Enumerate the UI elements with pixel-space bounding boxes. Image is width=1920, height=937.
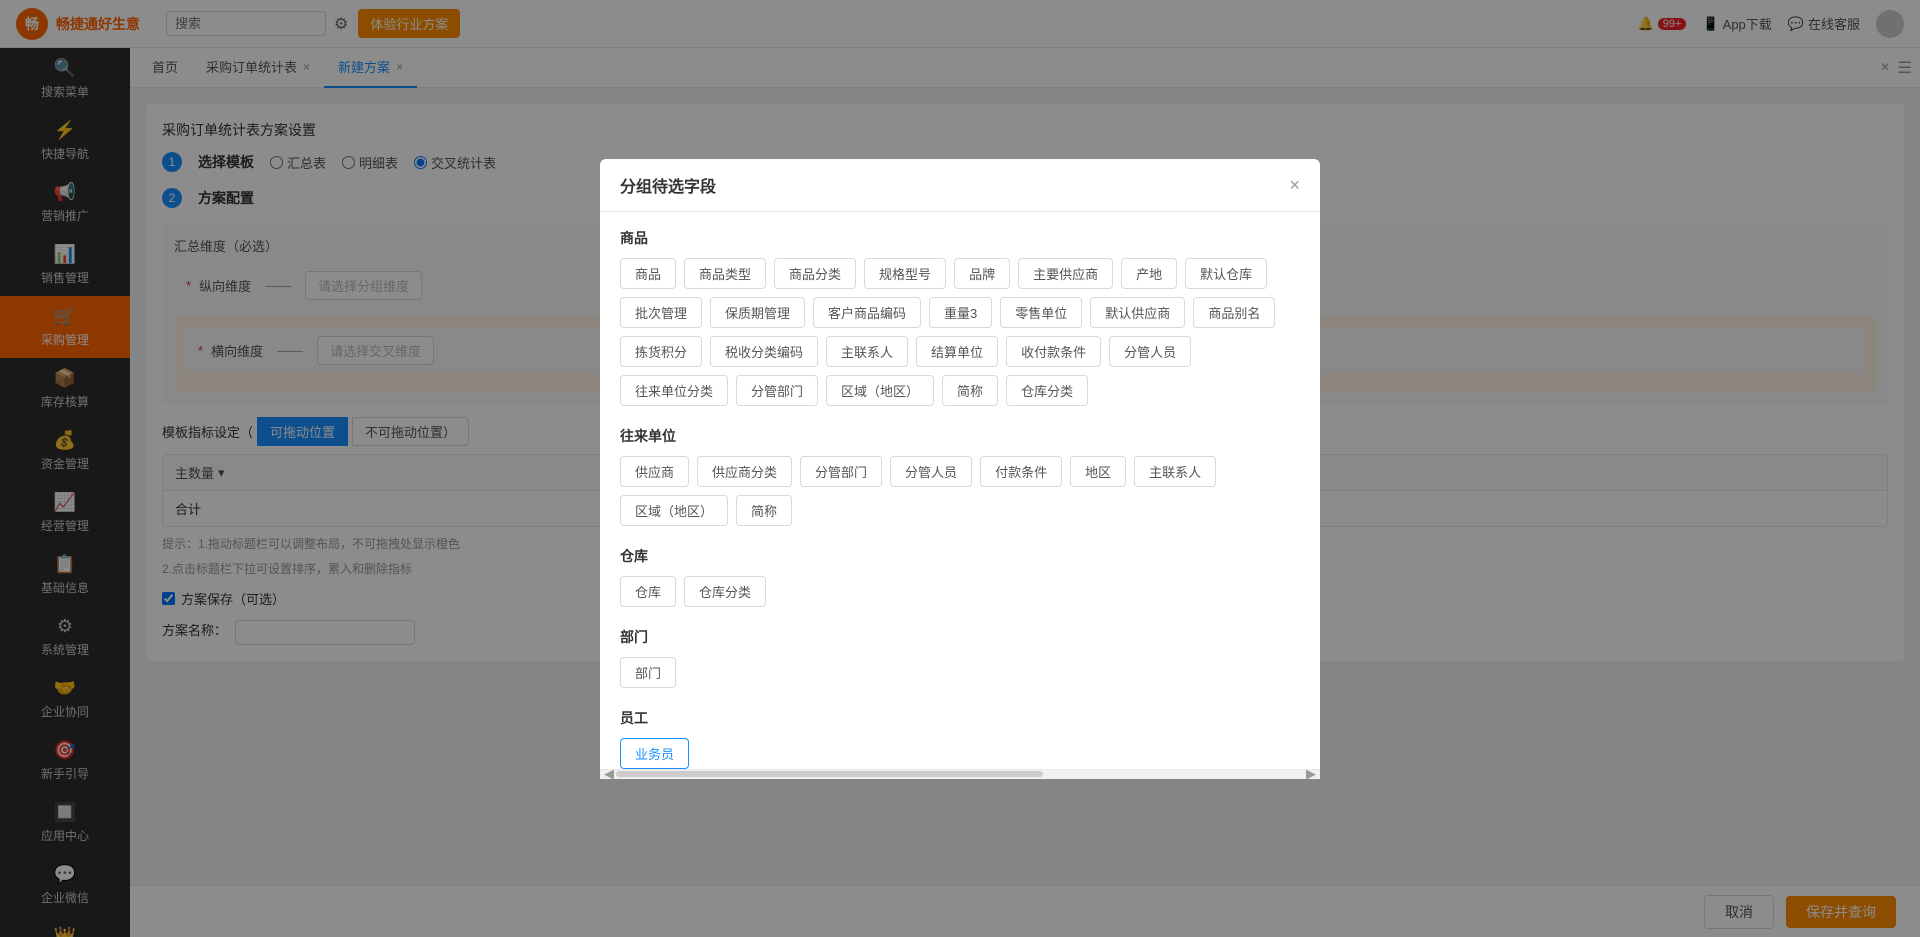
scroll-thumb[interactable] xyxy=(616,771,1043,777)
field-default-warehouse[interactable]: 默认仓库 xyxy=(1185,258,1267,289)
field-group-warehouse: 仓库 仓库 仓库分类 xyxy=(620,546,1300,607)
field-retail-unit[interactable]: 零售单位 xyxy=(1000,297,1082,328)
field-group-warehouse-title: 仓库 xyxy=(620,546,1300,566)
field-abbr2[interactable]: 简称 xyxy=(736,495,792,526)
field-wh-cat[interactable]: 仓库分类 xyxy=(684,576,766,607)
field-region[interactable]: 地区 xyxy=(1070,456,1126,487)
field-pickup-score[interactable]: 拣货积分 xyxy=(620,336,702,367)
field-group-product-title: 商品 xyxy=(620,228,1300,248)
modal-title: 分组待选字段 xyxy=(620,173,716,197)
field-origin[interactable]: 产地 xyxy=(1121,258,1177,289)
modal-header: 分组待选字段 × xyxy=(600,159,1320,212)
field-payment-cond[interactable]: 付款条件 xyxy=(980,456,1062,487)
field-main-contact[interactable]: 主联系人 xyxy=(826,336,908,367)
field-group-product: 商品 商品 商品类型 商品分类 规格型号 品牌 主要供应商 产地 默认仓库 批次… xyxy=(620,228,1300,406)
field-batch-mgmt[interactable]: 批次管理 xyxy=(620,297,702,328)
field-product-category[interactable]: 商品分类 xyxy=(774,258,856,289)
field-payment-terms[interactable]: 收付款条件 xyxy=(1006,336,1101,367)
field-abbr[interactable]: 简称 xyxy=(942,375,998,406)
field-source-unit-cat[interactable]: 往来单位分类 xyxy=(620,375,728,406)
field-dept-field[interactable]: 部门 xyxy=(620,657,676,688)
field-wh[interactable]: 仓库 xyxy=(620,576,676,607)
partner-field-list: 供应商 供应商分类 分管部门 分管人员 付款条件 地区 主联系人 区域（地区） … xyxy=(620,456,1300,526)
field-settle-unit[interactable]: 结算单位 xyxy=(916,336,998,367)
field-mgmt-dept[interactable]: 分管部门 xyxy=(736,375,818,406)
field-product[interactable]: 商品 xyxy=(620,258,676,289)
field-supplier[interactable]: 供应商 xyxy=(620,456,689,487)
field-default-supplier[interactable]: 默认供应商 xyxy=(1090,297,1185,328)
field-group-dept: 部门 部门 xyxy=(620,627,1300,688)
field-dept-person[interactable]: 分管人员 xyxy=(890,456,972,487)
modal-body: 商品 商品 商品类型 商品分类 规格型号 品牌 主要供应商 产地 默认仓库 批次… xyxy=(600,212,1320,769)
warehouse-field-list: 仓库 仓库分类 xyxy=(620,576,1300,607)
field-dept[interactable]: 分管部门 xyxy=(800,456,882,487)
field-expiry-mgmt[interactable]: 保质期管理 xyxy=(710,297,805,328)
field-group-partner: 往来单位 供应商 供应商分类 分管部门 分管人员 付款条件 地区 主联系人 区域… xyxy=(620,426,1300,526)
field-contact[interactable]: 主联系人 xyxy=(1134,456,1216,487)
employee-field-list: 业务员 xyxy=(620,738,1300,769)
scroll-right-arrow[interactable]: ▶ xyxy=(1306,766,1316,782)
product-field-list: 商品 商品类型 商品分类 规格型号 品牌 主要供应商 产地 默认仓库 批次管理 … xyxy=(620,258,1300,406)
field-group-employee-title: 员工 xyxy=(620,708,1300,728)
scroll-left-arrow[interactable]: ◀ xyxy=(604,766,614,782)
field-product-type[interactable]: 商品类型 xyxy=(684,258,766,289)
modal-scroll-track[interactable]: ◀ ▶ xyxy=(600,769,1320,779)
field-alias[interactable]: 商品别名 xyxy=(1193,297,1275,328)
field-group-employee: 员工 业务员 xyxy=(620,708,1300,769)
field-tax-code[interactable]: 税收分类编码 xyxy=(710,336,818,367)
field-brand[interactable]: 品牌 xyxy=(954,258,1010,289)
field-salesperson[interactable]: 业务员 xyxy=(620,738,689,769)
field-area2[interactable]: 区域（地区） xyxy=(620,495,728,526)
modal-field-selector: 分组待选字段 × 商品 商品 商品类型 商品分类 规格型号 品牌 主要供应商 产… xyxy=(600,159,1320,779)
field-warehouse-cat[interactable]: 仓库分类 xyxy=(1006,375,1088,406)
field-group-partner-title: 往来单位 xyxy=(620,426,1300,446)
field-customer-code[interactable]: 客户商品编码 xyxy=(813,297,921,328)
modal-close-button[interactable]: × xyxy=(1289,176,1300,194)
field-area-region[interactable]: 区域（地区） xyxy=(826,375,934,406)
modal-overlay: 分组待选字段 × 商品 商品 商品类型 商品分类 规格型号 品牌 主要供应商 产… xyxy=(0,0,1920,937)
field-manager[interactable]: 分管人员 xyxy=(1109,336,1191,367)
field-supplier-cat[interactable]: 供应商分类 xyxy=(697,456,792,487)
field-weight3[interactable]: 重量3 xyxy=(929,297,992,328)
field-main-supplier[interactable]: 主要供应商 xyxy=(1018,258,1113,289)
field-group-dept-title: 部门 xyxy=(620,627,1300,647)
field-spec-type[interactable]: 规格型号 xyxy=(864,258,946,289)
dept-field-list: 部门 xyxy=(620,657,1300,688)
